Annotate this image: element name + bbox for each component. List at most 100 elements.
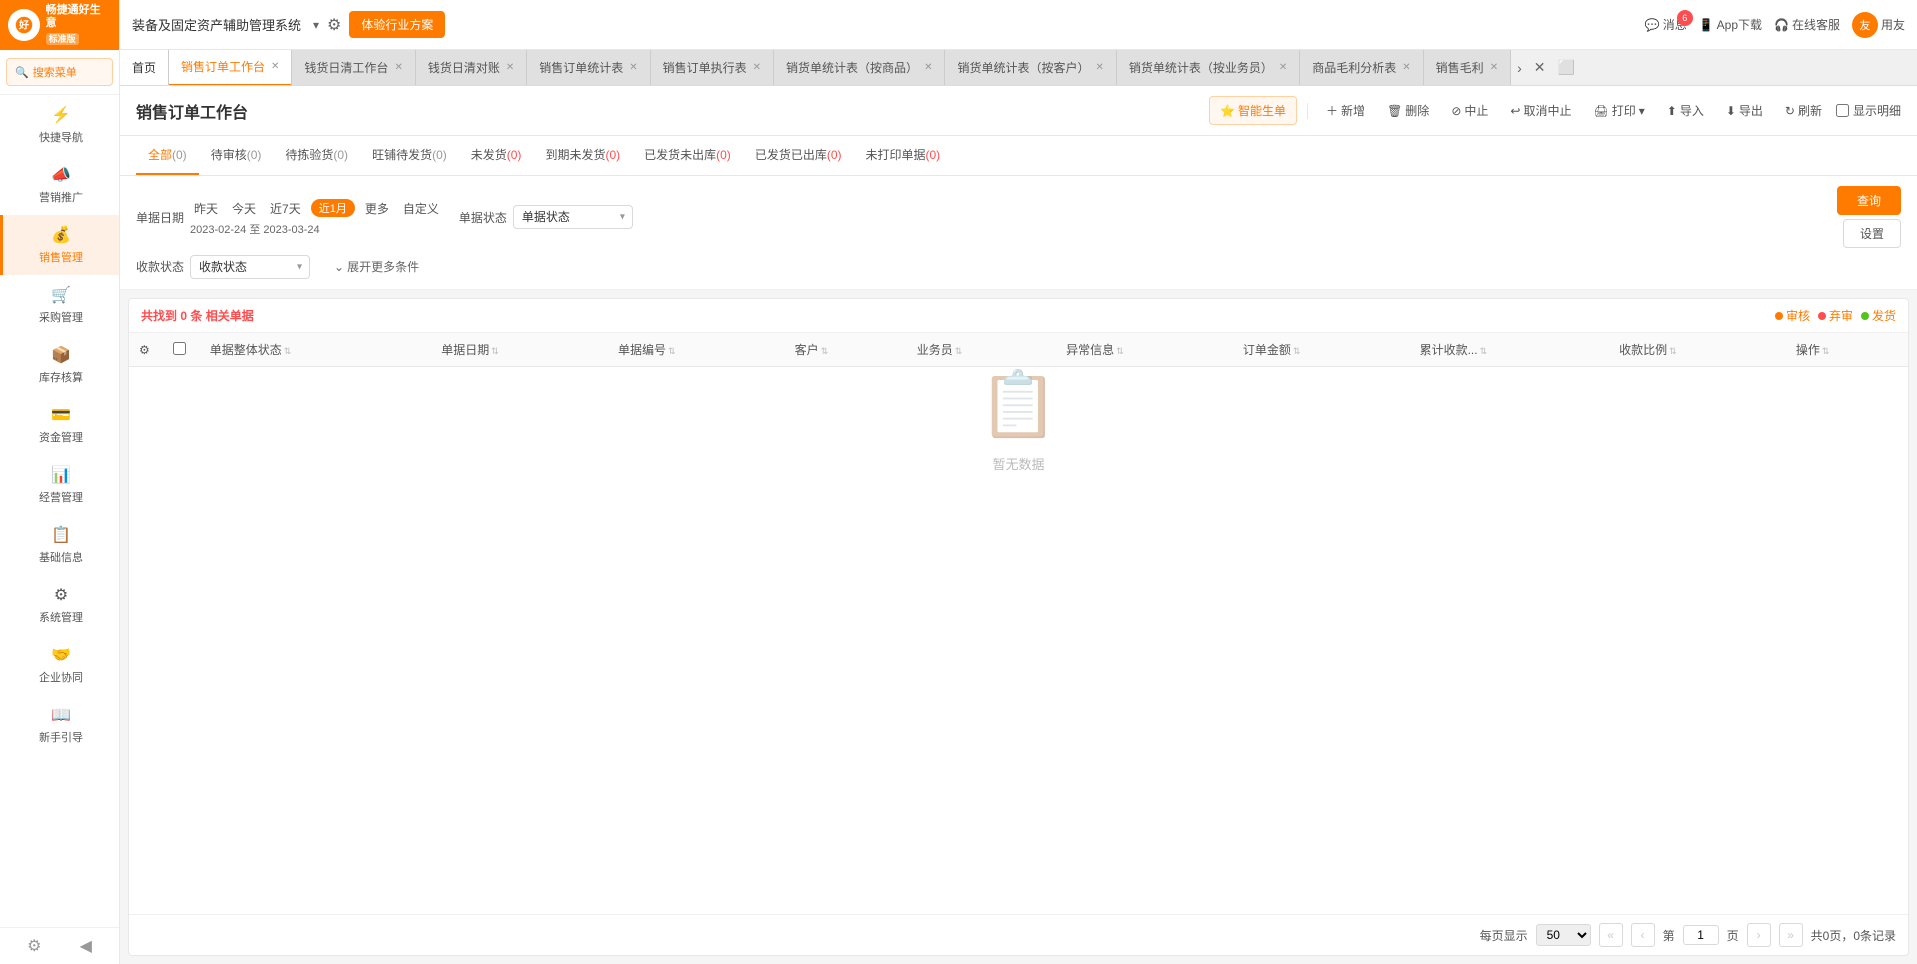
expand-filter-button[interactable]: ⌄ 展开更多条件 <box>326 254 427 279</box>
tab-close-icon[interactable]: ✕ <box>1095 62 1103 73</box>
sidebar-item-guide[interactable]: 📖新手引导 <box>0 695 119 755</box>
date-option-btn[interactable]: 自定义 <box>399 198 443 219</box>
tab-close-icon[interactable]: ✕ <box>1279 62 1287 73</box>
collapse-button[interactable]: ◀ <box>80 936 92 956</box>
query-button[interactable]: 查询 <box>1837 186 1901 215</box>
tab-nav-right[interactable]: › <box>1511 60 1528 76</box>
sidebar-item-sales[interactable]: 💰销售管理 <box>0 215 119 275</box>
sidebar-item-coop[interactable]: 🤝企业协同 <box>0 635 119 695</box>
tab-sales_stat[interactable]: 销售订单统计表✕ <box>527 50 650 86</box>
refresh-button[interactable]: ↻ 刷新 <box>1777 98 1830 123</box>
sort-icon[interactable]: ⇅ <box>955 346 963 356</box>
sidebar-item-purchase[interactable]: 🛒采购管理 <box>0 275 119 335</box>
col-date: 单据日期⇅ <box>431 333 608 367</box>
cancel-stop-button[interactable]: ↩ 取消中止 <box>1502 98 1579 123</box>
search-menu-button[interactable]: 🔍 搜索菜单 <box>6 58 113 86</box>
tab-close-icon[interactable]: ✕ <box>629 62 637 73</box>
sidebar-item-marketing[interactable]: 📣营销推广 <box>0 155 119 215</box>
tab-sales_stat_customer[interactable]: 销货单统计表（按客户）✕ <box>945 50 1116 86</box>
sub-tab-shipped_out[interactable]: 已发货已出库(0) <box>743 136 854 175</box>
tab-close-all-button[interactable]: ✕ <box>1528 59 1552 76</box>
sort-icon[interactable]: ⇅ <box>1480 346 1488 356</box>
sub-tab-not_shipped[interactable]: 未发货(0) <box>459 136 534 175</box>
payment-select[interactable]: 收款状态 <box>190 255 310 279</box>
sort-icon[interactable]: ⇅ <box>1293 346 1301 356</box>
settings-button[interactable]: ⚙ <box>27 936 41 956</box>
tab-close-icon[interactable]: ✕ <box>924 62 932 73</box>
set-button[interactable]: 设置 <box>1843 219 1901 248</box>
tab-close-icon[interactable]: ✕ <box>271 61 279 72</box>
system-dropdown-button[interactable]: ▾ <box>313 18 319 32</box>
tab-cash_daily[interactable]: 钱货日清工作台✕ <box>292 50 415 86</box>
date-option-btn[interactable]: 近7天 <box>266 198 305 219</box>
sidebar-item-basic[interactable]: 📋基础信息 <box>0 515 119 575</box>
date-option-btn[interactable]: 更多 <box>361 198 393 219</box>
toolbar-review-button[interactable]: 审核 <box>1775 307 1810 324</box>
sub-tab-all[interactable]: 全部(0) <box>136 136 199 175</box>
sort-icon[interactable]: ⇅ <box>491 346 499 356</box>
status-select[interactable]: 单据状态 <box>513 205 633 229</box>
header-settings-button[interactable]: ⚙ <box>327 15 341 35</box>
user-action[interactable]: 友 用友 <box>1852 12 1905 38</box>
app-download-action[interactable]: 📱 App下载 <box>1699 16 1762 33</box>
message-action[interactable]: 💬 消息 6 <box>1645 16 1687 33</box>
tab-close-icon[interactable]: ✕ <box>1490 62 1498 73</box>
date-option-btn[interactable]: 今天 <box>228 198 260 219</box>
date-option-btn[interactable]: 近1月 <box>311 199 355 217</box>
tab-close-icon[interactable]: ✕ <box>394 62 402 73</box>
smart-create-button[interactable]: ⭐ 智能生单 <box>1209 96 1297 125</box>
first-page-button[interactable]: « <box>1599 923 1623 947</box>
toolbar-cancel_review-button[interactable]: 弃审 <box>1818 307 1853 324</box>
service-action[interactable]: 🎧 在线客服 <box>1774 16 1840 33</box>
sort-icon[interactable]: ⇅ <box>668 346 676 356</box>
select-all-checkbox[interactable] <box>173 342 186 355</box>
page-input[interactable] <box>1683 925 1719 945</box>
tab-close-icon[interactable]: ✕ <box>506 62 514 73</box>
sort-icon[interactable]: ⇅ <box>1669 346 1677 356</box>
tab-sales_exec[interactable]: 销售订单执行表✕ <box>651 50 774 86</box>
sidebar-item-inventory[interactable]: 📦库存核算 <box>0 335 119 395</box>
sort-icon[interactable]: ⇅ <box>821 346 829 356</box>
sort-icon[interactable]: ⇅ <box>1116 346 1124 356</box>
sidebar-item-operation[interactable]: 📊经营管理 <box>0 455 119 515</box>
sort-icon[interactable]: ⇅ <box>284 346 292 356</box>
tab-close-icon[interactable]: ✕ <box>753 62 761 73</box>
detail-checkbox-label[interactable]: 显示明细 <box>1836 102 1901 119</box>
tab-maximize-button[interactable]: ⬜ <box>1551 59 1580 76</box>
tab-sales_stat_staff[interactable]: 销货单统计表（按业务员）✕ <box>1117 50 1300 86</box>
page-size-select[interactable]: 102050100 <box>1536 924 1591 946</box>
stop-button[interactable]: ⊘ 中止 <box>1443 98 1496 123</box>
detail-checkbox[interactable] <box>1836 104 1849 117</box>
import-button[interactable]: ⬆ 导入 <box>1659 98 1712 123</box>
sort-icon[interactable]: ⇅ <box>1822 346 1830 356</box>
tab-sales_order[interactable]: 销售订单工作台✕ <box>169 50 292 86</box>
tab-home[interactable]: 首页 <box>120 50 169 86</box>
export-button[interactable]: ⬇ 导出 <box>1718 98 1771 123</box>
date-option-btn[interactable]: 昨天 <box>190 198 222 219</box>
next-page-button[interactable]: › <box>1747 923 1771 947</box>
sidebar-item-finance[interactable]: 💳资金管理 <box>0 395 119 455</box>
tab-product_margin[interactable]: 商品毛利分析表✕ <box>1300 50 1423 86</box>
add-button[interactable]: ＋ 新增 <box>1318 98 1373 123</box>
table-wrapper[interactable]: ⚙单据整体状态⇅单据日期⇅单据编号⇅客户⇅业务员⇅异常信息⇅订单金额⇅累计收款.… <box>129 333 1908 914</box>
tab-sales_stat_product[interactable]: 销货单统计表（按商品）✕ <box>774 50 945 86</box>
prev-page-button[interactable]: ‹ <box>1631 923 1655 947</box>
delete-button[interactable]: 🗑 删除 <box>1379 98 1437 123</box>
last-page-button[interactable]: » <box>1779 923 1803 947</box>
col-check[interactable] <box>160 333 200 367</box>
industry-button[interactable]: 体验行业方案 <box>349 11 445 38</box>
sub-tab-wangpu[interactable]: 旺铺待发货(0) <box>360 136 459 175</box>
sub-tab-expired_not_shipped[interactable]: 到期未发货(0) <box>533 136 632 175</box>
tab-close-icon[interactable]: ✕ <box>1402 62 1410 73</box>
sub-tab-pending_check[interactable]: 待拣验货(0) <box>273 136 360 175</box>
sidebar-item-quick[interactable]: ⚡快捷导航 <box>0 95 119 155</box>
tab-sales_profit[interactable]: 销售毛利✕ <box>1424 50 1511 86</box>
sub-tab-shipped_not_out[interactable]: 已发货未出库(0) <box>632 136 743 175</box>
toolbar-ship-button[interactable]: 发货 <box>1861 307 1896 324</box>
print-button[interactable]: 🖨 打印 ▾ <box>1585 98 1652 123</box>
sub-tab-not_printed[interactable]: 未打印单据(0) <box>854 136 953 175</box>
tab-cash_reconcile[interactable]: 钱货日清对账✕ <box>416 50 527 86</box>
sub-tab-pending[interactable]: 待审核(0) <box>199 136 274 175</box>
col-setting[interactable]: ⚙ <box>129 333 160 367</box>
sidebar-item-system[interactable]: ⚙系统管理 <box>0 575 119 635</box>
